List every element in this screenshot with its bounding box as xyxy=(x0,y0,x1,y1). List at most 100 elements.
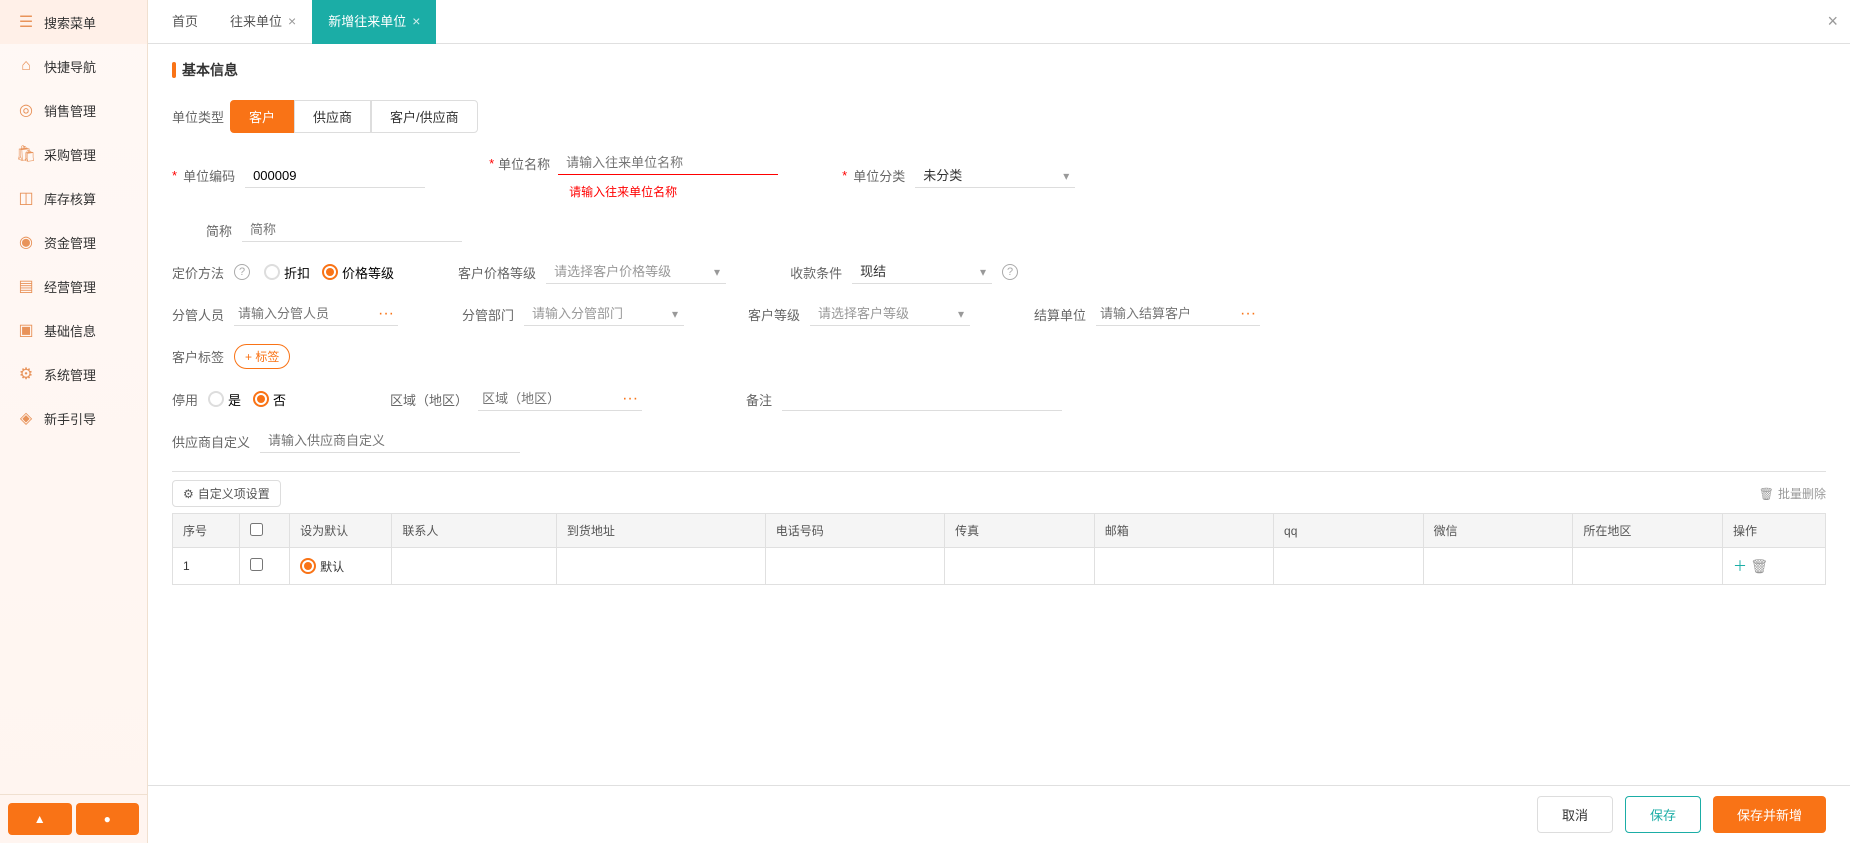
settlement-input[interactable] xyxy=(1096,302,1236,325)
remarks-label: 备注 xyxy=(746,390,772,409)
manager-input[interactable] xyxy=(234,302,374,325)
sidebar-bottom-btn1[interactable]: ▲ xyxy=(8,803,72,835)
add-tag-btn[interactable]: + 标签 xyxy=(234,344,290,369)
sidebar-item-finance[interactable]: ◉ 资金管理 xyxy=(0,220,147,264)
sidebar-item-search[interactable]: ☰ 搜索菜单 xyxy=(0,0,147,44)
address-input[interactable] xyxy=(567,559,687,574)
fax-input[interactable] xyxy=(955,559,1035,574)
close-new-partner-tab[interactable]: × xyxy=(412,14,420,28)
payment-terms-select[interactable]: 现结 xyxy=(852,260,992,284)
save-new-button[interactable]: 保存并新增 xyxy=(1713,796,1826,833)
cancel-button[interactable]: 取消 xyxy=(1537,796,1613,833)
payment-help-icon[interactable]: ? xyxy=(1002,264,1018,280)
finance-icon: ◉ xyxy=(16,232,36,252)
disable-yes-radio xyxy=(208,391,224,407)
manager-field: 分管人员 ··· xyxy=(172,302,398,326)
unit-name-input[interactable] xyxy=(558,151,778,175)
qq-input[interactable] xyxy=(1284,559,1364,574)
sidebar-item-operations[interactable]: ▤ 经营管理 xyxy=(0,264,147,308)
unit-category-required: * xyxy=(842,168,847,183)
email-input[interactable] xyxy=(1105,559,1205,574)
sidebar-item-basic[interactable]: ▣ 基础信息 xyxy=(0,308,147,352)
customer-price-level-label: 客户价格等级 xyxy=(458,263,536,282)
tab-home[interactable]: 首页 xyxy=(156,0,214,44)
custom-settings-btn[interactable]: ⚙ 自定义项设置 xyxy=(172,480,281,507)
abbreviation-field: 简称 xyxy=(172,218,462,242)
cell-checkbox xyxy=(239,548,289,585)
select-all-checkbox[interactable] xyxy=(250,523,263,536)
cell-fax xyxy=(945,548,1095,585)
type-btn-both[interactable]: 客户/供应商 xyxy=(371,100,478,133)
unit-name-required: * xyxy=(489,156,494,171)
pricing-row: 定价方法 ? 折扣 价格等级 客户价格等级 xyxy=(172,260,1826,284)
tab-partners[interactable]: 往来单位 × xyxy=(214,0,312,44)
save-button[interactable]: 保存 xyxy=(1625,796,1701,833)
sidebar-item-quicknav[interactable]: ⌂ 快捷导航 xyxy=(0,44,147,88)
cell-qq xyxy=(1274,548,1424,585)
region-input[interactable] xyxy=(478,387,618,410)
sidebar: ☰ 搜索菜单 ⌂ 快捷导航 ◎ 销售管理 🛍 采购管理 ◫ 库存核算 ◉ 资金管… xyxy=(0,0,148,843)
wechat-input[interactable] xyxy=(1434,559,1514,574)
tab-new-partner[interactable]: 新增往来单位 × xyxy=(312,0,436,44)
close-all-tabs-btn[interactable]: × xyxy=(1823,7,1842,36)
disable-no-option[interactable]: 否 xyxy=(253,390,286,409)
pricing-discount-option[interactable]: 折扣 xyxy=(264,263,310,282)
delete-row-btn[interactable]: 🗑 xyxy=(1750,558,1768,575)
customer-price-level-field: 客户价格等级 请选择客户价格等级 xyxy=(458,260,726,284)
default-radio-label[interactable]: 默认 xyxy=(300,558,381,575)
disable-field: 停用 是 否 xyxy=(172,390,286,409)
remarks-input[interactable] xyxy=(782,387,1062,411)
region-dots-btn[interactable]: ··· xyxy=(618,390,642,408)
customer-level-select[interactable]: 请选择客户等级 xyxy=(810,302,970,326)
pricing-help-icon[interactable]: ? xyxy=(234,264,250,280)
contact-input[interactable] xyxy=(402,559,492,574)
sidebar-item-system[interactable]: ⚙ 系统管理 xyxy=(0,352,147,396)
add-row-btn[interactable]: ＋ xyxy=(1733,556,1747,576)
customer-price-select[interactable]: 请选择客户价格等级 xyxy=(546,260,726,284)
table-header-row: 序号 设为默认 联系人 到货地址 电话号码 传真 邮箱 qq 微信 所在地区 xyxy=(173,514,1826,548)
settlement-dots-btn[interactable]: ··· xyxy=(1236,305,1260,323)
col-wechat: 微信 xyxy=(1423,514,1573,548)
type-btn-supplier[interactable]: 供应商 xyxy=(294,100,371,133)
pricing-radio-group: 折扣 价格等级 xyxy=(264,263,394,282)
manager-row: 分管人员 ··· 分管部门 请输入分管部门 客户等级 xyxy=(172,302,1826,326)
unit-name-field: * 单位名称 请输入往来单位名称 xyxy=(489,151,778,200)
department-select[interactable]: 请输入分管部门 xyxy=(524,302,684,326)
customer-level-select-wrapper: 请选择客户等级 xyxy=(810,302,970,326)
sidebar-item-sales[interactable]: ◎ 销售管理 xyxy=(0,88,147,132)
sidebar-item-guide[interactable]: ◈ 新手引导 xyxy=(0,396,147,440)
col-region: 所在地区 xyxy=(1573,514,1723,548)
operations-icon: ▤ xyxy=(16,276,36,296)
abbreviation-row: 简称 xyxy=(172,218,1826,242)
tags-label: 客户标签 xyxy=(172,347,224,366)
unit-category-field: * 单位分类 未分类 xyxy=(842,164,1075,188)
disable-yes-option[interactable]: 是 xyxy=(208,390,241,409)
sidebar-item-inventory[interactable]: ◫ 库存核算 xyxy=(0,176,147,220)
form-container: 基本信息 单位类型 客户 供应商 客户/供应商 * 单位编码 xyxy=(148,44,1850,785)
settlement-input-wrapper: ··· xyxy=(1096,302,1260,326)
unit-code-field: * 单位编码 xyxy=(172,164,425,188)
manager-dots-btn[interactable]: ··· xyxy=(374,305,398,323)
unit-code-input[interactable] xyxy=(245,164,425,188)
batch-delete-btn[interactable]: 🗑 批量删除 xyxy=(1759,485,1826,502)
close-partners-tab[interactable]: × xyxy=(288,14,296,28)
region-cell-input[interactable] xyxy=(1583,559,1663,574)
sidebar-bottom-btn2[interactable]: ● xyxy=(76,803,140,835)
row-checkbox[interactable] xyxy=(250,558,263,571)
unit-category-select[interactable]: 未分类 xyxy=(915,164,1075,188)
department-select-wrapper: 请输入分管部门 xyxy=(524,302,684,326)
delete-icon: 🗑 xyxy=(1759,487,1774,501)
abbreviation-input[interactable] xyxy=(242,218,462,242)
phone-input[interactable] xyxy=(776,559,876,574)
basic-icon: ▣ xyxy=(16,320,36,340)
section-icon xyxy=(172,62,176,78)
supplier-custom-input[interactable] xyxy=(260,429,520,453)
sidebar-item-purchase[interactable]: 🛍 采购管理 xyxy=(0,132,147,176)
customer-level-label: 客户等级 xyxy=(748,305,800,324)
type-btn-customer[interactable]: 客户 xyxy=(230,100,294,133)
tab-bar: 首页 往来单位 × 新增往来单位 × × xyxy=(148,0,1850,44)
col-contact: 联系人 xyxy=(392,514,556,548)
region-label: 区域（地区） xyxy=(390,390,468,409)
unit-type-row: 单位类型 客户 供应商 客户/供应商 xyxy=(172,100,1826,133)
pricing-level-option[interactable]: 价格等级 xyxy=(322,263,394,282)
